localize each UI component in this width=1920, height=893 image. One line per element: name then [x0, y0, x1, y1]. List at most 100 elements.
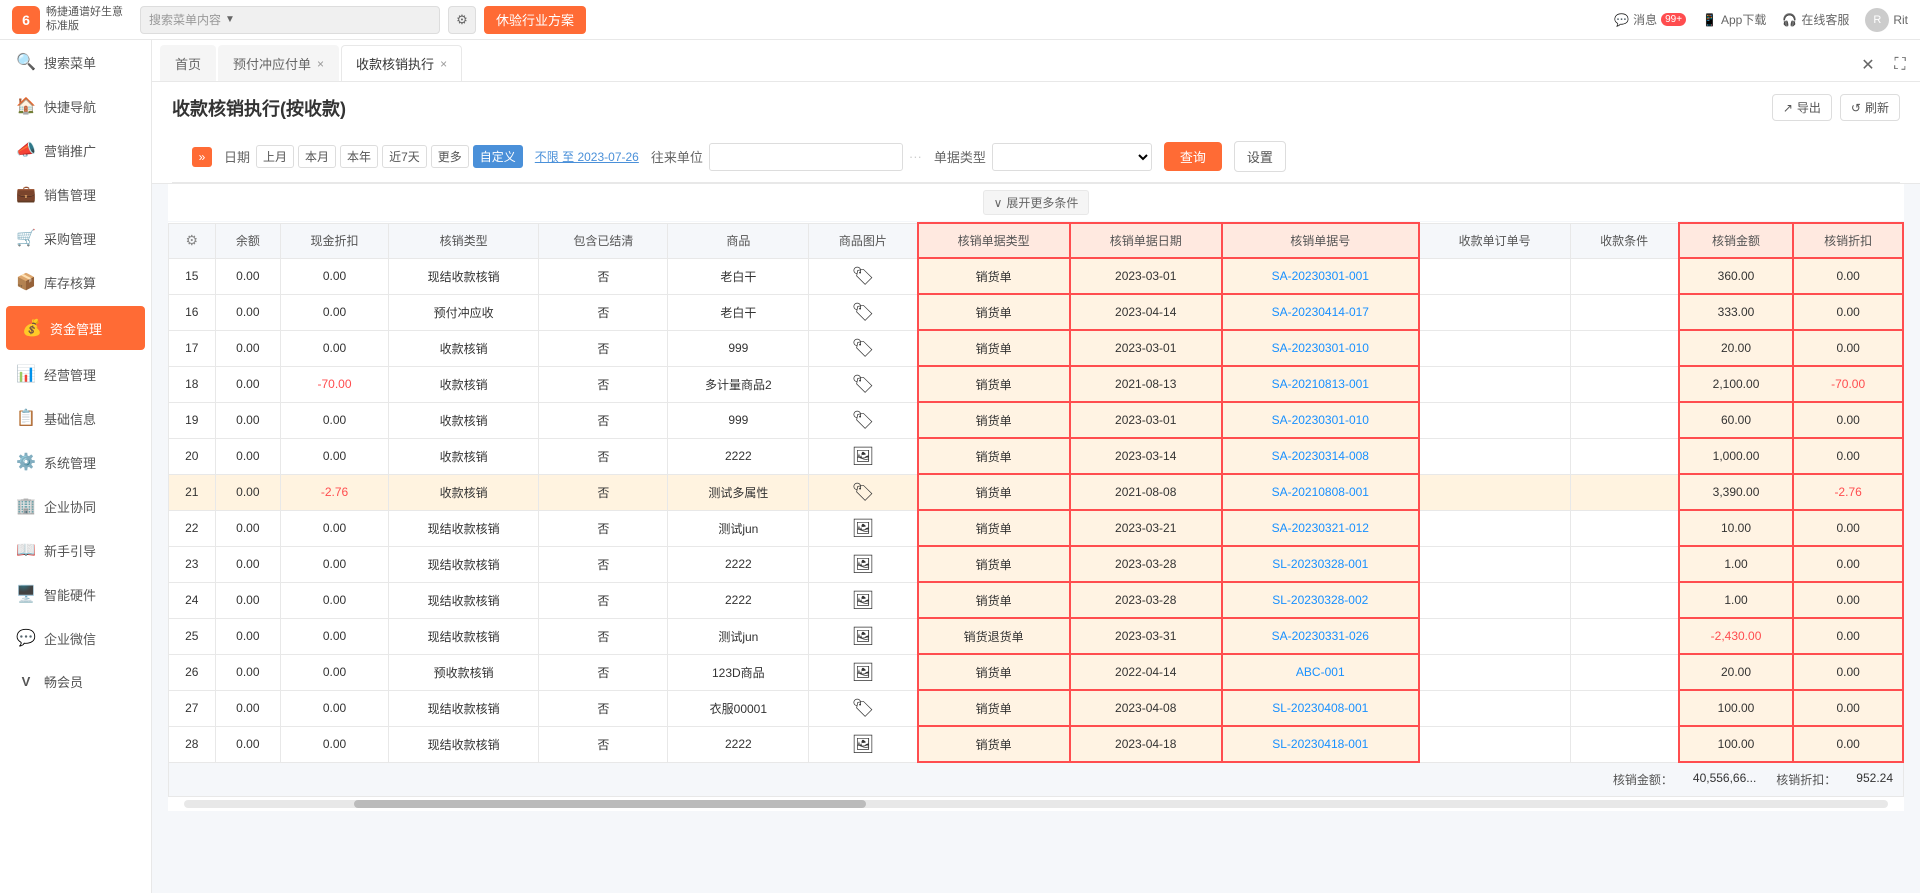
cell-writeoff-date: 2023-04-08	[1070, 690, 1222, 726]
sidebar-item-shortcuts[interactable]: 🏠 快捷导航	[0, 84, 151, 128]
voucher-type-select[interactable]	[992, 143, 1152, 171]
writeoff-no-link[interactable]: ABC-001	[1296, 665, 1345, 679]
date-range-display[interactable]: 不限 至 2023-07-26	[535, 148, 639, 165]
cell-writeoff-no[interactable]: SL-20230328-001	[1222, 546, 1419, 582]
writeoff-no-link[interactable]: SA-20230414-017	[1272, 305, 1369, 319]
sidebar-item-newuser[interactable]: 📖 新手引导	[0, 528, 151, 572]
cell-writeoff-type: 现结收款核销	[388, 546, 538, 582]
cell-writeoff-no[interactable]: SA-20230301-010	[1222, 330, 1419, 366]
user-menu[interactable]: R Rit	[1865, 8, 1908, 32]
sidebar-item-wechat[interactable]: 💬 企业微信	[0, 616, 151, 660]
megaphone-icon: 📣	[16, 140, 36, 160]
sidebar-item-member[interactable]: V 畅会员	[0, 660, 151, 703]
col-header-writeoff-date: 核销单据日期	[1070, 223, 1222, 258]
writeoff-no-link[interactable]: SA-20210813-001	[1272, 377, 1369, 391]
sidebar-item-enterprise[interactable]: 🏢 企业协同	[0, 484, 151, 528]
scrollbar-area	[168, 797, 1904, 811]
writeoff-no-link[interactable]: SA-20230301-010	[1272, 341, 1369, 355]
refresh-button[interactable]: ↺ 刷新	[1840, 94, 1900, 121]
sidebar-item-basicinfo[interactable]: 📋 基础信息	[0, 396, 151, 440]
cell-balance: 0.00	[215, 330, 280, 366]
col-header-cash-discount: 现金折扣	[281, 223, 389, 258]
sidebar-item-operations[interactable]: 📊 经营管理	[0, 352, 151, 396]
cell-writeoff-no[interactable]: SL-20230408-001	[1222, 690, 1419, 726]
writeoff-no-link[interactable]: SL-20230408-001	[1272, 701, 1368, 715]
gear-button[interactable]: ⚙	[448, 6, 476, 34]
sidebar-item-marketing[interactable]: 📣 营销推广	[0, 128, 151, 172]
cell-writeoff-no[interactable]: SA-20210808-001	[1222, 474, 1419, 510]
sidebar-item-sales[interactable]: 💼 销售管理	[0, 172, 151, 216]
industry-button[interactable]: 休验行业方案	[484, 6, 586, 34]
footer-writeoff-amount-value: 40,556,66...	[1693, 771, 1756, 788]
cell-writeoff-no[interactable]: SA-20210813-001	[1222, 366, 1419, 402]
col-header-writeoff-discount: 核销折扣	[1793, 223, 1903, 258]
writeoff-no-link[interactable]: SA-20230301-010	[1272, 413, 1369, 427]
sidebar-item-finance[interactable]: 💰 资金管理	[6, 306, 145, 350]
col-header-balance: 余额	[215, 223, 280, 258]
writeoff-no-link[interactable]: SA-20230331-026	[1272, 629, 1369, 643]
writeoff-no-link[interactable]: SA-20210808-001	[1272, 485, 1369, 499]
hardware-icon: 🖥️	[16, 584, 36, 604]
close-window-button[interactable]: ✕	[1856, 53, 1880, 77]
close-collection-tab[interactable]: ×	[440, 57, 447, 71]
more-date-btn[interactable]: 更多	[431, 145, 469, 168]
partner-input[interactable]	[709, 143, 903, 171]
writeoff-no-link[interactable]: SL-20230328-001	[1272, 557, 1368, 571]
filter-expand-button[interactable]: »	[192, 147, 212, 167]
custom-date-btn[interactable]: 自定义	[473, 145, 523, 168]
cell-goods-img: 🖼	[809, 654, 918, 690]
query-button[interactable]: 查询	[1164, 142, 1222, 171]
expand-more-button[interactable]: ∨ 展开更多条件	[983, 190, 1090, 215]
settings-button[interactable]: 设置	[1234, 141, 1286, 172]
message-button[interactable]: 💬 消息 99+	[1614, 11, 1686, 28]
close-prepay-tab[interactable]: ×	[317, 57, 324, 71]
cell-included-settled: 否	[539, 330, 668, 366]
cell-writeoff-voucher-type: 销货单	[918, 330, 1070, 366]
cell-writeoff-no[interactable]: SA-20230301-010	[1222, 402, 1419, 438]
writeoff-no-link[interactable]: SA-20230301-001	[1272, 269, 1369, 283]
cell-writeoff-no[interactable]: SA-20230321-012	[1222, 510, 1419, 546]
cell-goods: 测试jun	[668, 618, 809, 654]
top-search-area[interactable]: 搜索菜单内容 ▼	[140, 6, 440, 34]
cell-writeoff-no[interactable]: SA-20230301-001	[1222, 258, 1419, 294]
sidebar-item-system[interactable]: ⚙️ 系统管理	[0, 440, 151, 484]
cell-writeoff-no[interactable]: SL-20230418-001	[1222, 726, 1419, 762]
cell-cash-discount: 0.00	[281, 690, 389, 726]
chart-icon: 📊	[16, 364, 36, 384]
writeoff-no-link[interactable]: SL-20230418-001	[1272, 737, 1368, 751]
sidebar-item-purchase[interactable]: 🛒 采购管理	[0, 216, 151, 260]
writeoff-no-link[interactable]: SA-20230321-012	[1272, 521, 1369, 535]
this-month-btn[interactable]: 本月	[298, 145, 336, 168]
tab-collection[interactable]: 收款核销执行 ×	[341, 45, 462, 81]
this-year-btn[interactable]: 本年	[340, 145, 378, 168]
last-month-btn[interactable]: 上月	[256, 145, 294, 168]
sidebar-item-search[interactable]: 🔍 搜索菜单	[0, 40, 151, 84]
col-header-gear[interactable]: ⚙	[169, 223, 216, 258]
cell-writeoff-no[interactable]: ABC-001	[1222, 654, 1419, 690]
tab-prepay[interactable]: 预付冲应付单 ×	[218, 45, 339, 81]
app-body: 🔍 搜索菜单 🏠 快捷导航 📣 营销推广 💼 销售管理 🛒 采购管理 📦 库存核…	[0, 40, 1920, 893]
cell-goods-img: 🏷	[809, 474, 918, 510]
sidebar-item-inventory[interactable]: 📦 库存核算	[0, 260, 151, 304]
cell-writeoff-type: 预收款核销	[388, 654, 538, 690]
online-service-button[interactable]: 🎧 在线客服	[1782, 11, 1849, 28]
cell-writeoff-type: 现结收款核销	[388, 510, 538, 546]
cell-writeoff-no[interactable]: SL-20230328-002	[1222, 582, 1419, 618]
cell-writeoff-discount: -2.76	[1793, 474, 1903, 510]
cell-writeoff-no[interactable]: SA-20230314-008	[1222, 438, 1419, 474]
sidebar-item-hardware[interactable]: 🖥️ 智能硬件	[0, 572, 151, 616]
cell-writeoff-no[interactable]: SA-20230414-017	[1222, 294, 1419, 330]
cell-writeoff-no[interactable]: SA-20230331-026	[1222, 618, 1419, 654]
horizontal-scrollbar[interactable]	[184, 800, 1888, 808]
last-7days-btn[interactable]: 近7天	[382, 145, 427, 168]
scroll-thumb[interactable]	[354, 800, 865, 808]
app-download-button[interactable]: 📱 App下载	[1702, 11, 1766, 28]
writeoff-no-link[interactable]: SA-20230314-008	[1272, 449, 1369, 463]
writeoff-no-link[interactable]: SL-20230328-002	[1272, 593, 1368, 607]
export-button[interactable]: ↗ 导出	[1772, 94, 1832, 121]
table-settings-icon[interactable]: ⚙	[186, 232, 199, 248]
sales-icon: 💼	[16, 184, 36, 204]
cell-balance: 0.00	[215, 258, 280, 294]
tab-home[interactable]: 首页	[160, 45, 216, 81]
maximize-button[interactable]: ⛶	[1888, 53, 1912, 77]
